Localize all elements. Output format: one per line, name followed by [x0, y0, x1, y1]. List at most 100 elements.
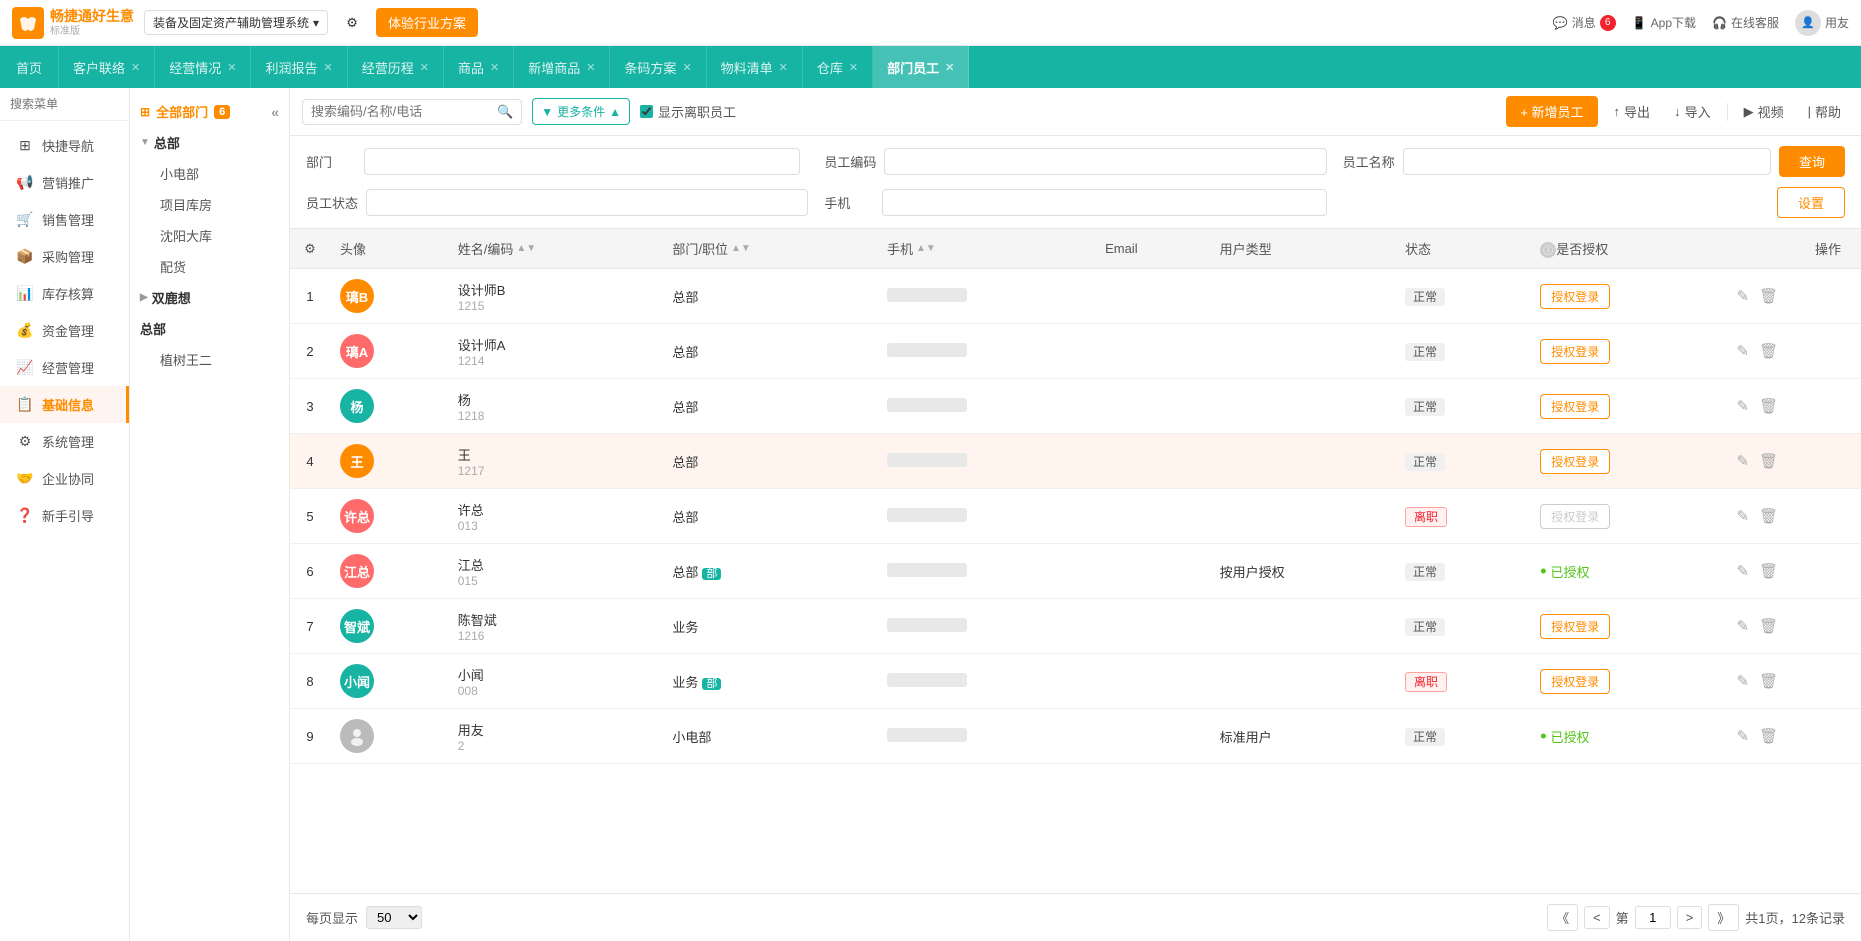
- delete-icon[interactable]: 🗑: [1759, 287, 1778, 305]
- auth-btn[interactable]: 授权登录: [1540, 614, 1610, 639]
- tree-item-plant-king[interactable]: 植树王二: [130, 344, 289, 375]
- status-select[interactable]: [366, 189, 808, 216]
- edit-icon[interactable]: ✎: [1737, 397, 1750, 415]
- tab-close[interactable]: ✕: [324, 61, 333, 74]
- auth-btn[interactable]: 授权登录: [1540, 504, 1610, 529]
- tab-home[interactable]: 首页: [0, 46, 59, 88]
- tree-item-general[interactable]: ▼ 总部: [130, 127, 289, 158]
- search-icon[interactable]: 🔍: [497, 104, 513, 120]
- delete-icon[interactable]: 🗑: [1759, 397, 1778, 415]
- auth-btn[interactable]: 授权登录: [1540, 339, 1610, 364]
- dept-select[interactable]: [364, 148, 800, 175]
- page-next-btn[interactable]: >: [1677, 906, 1703, 929]
- sidebar-item-sales[interactable]: 🛒 销售管理: [0, 201, 129, 238]
- view-btn[interactable]: ▶ 视频: [1736, 97, 1792, 126]
- employee-code-input[interactable]: [884, 148, 1326, 175]
- sidebar-item-quick[interactable]: ⊞ 快捷导航: [0, 127, 129, 164]
- tab-close[interactable]: ✕: [586, 61, 595, 74]
- sidebar-search-input[interactable]: [10, 97, 130, 111]
- filter-more-btn[interactable]: ▼ 更多条件 ▲: [532, 98, 630, 125]
- tab-close[interactable]: ✕: [131, 61, 140, 74]
- tree-item-project[interactable]: 项目库房: [130, 189, 289, 220]
- delete-icon[interactable]: 🗑: [1759, 452, 1778, 470]
- tab-goods[interactable]: 商品 ✕: [444, 46, 514, 88]
- sidebar-item-marketing[interactable]: 📢 营销推广: [0, 164, 129, 201]
- tab-newgoods[interactable]: 新增商品 ✕: [514, 46, 610, 88]
- tab-business[interactable]: 经营情况 ✕: [155, 46, 251, 88]
- sidebar-item-basic[interactable]: 📋 基础信息: [0, 386, 129, 423]
- tab-close[interactable]: ✕: [849, 61, 858, 74]
- tab-customer[interactable]: 客户联络 ✕: [59, 46, 155, 88]
- delete-icon[interactable]: 🗑: [1759, 342, 1778, 360]
- edit-icon[interactable]: ✎: [1737, 672, 1750, 690]
- settings-icon[interactable]: ⚙: [338, 9, 366, 37]
- tab-warehouse[interactable]: 仓库 ✕: [803, 46, 873, 88]
- col-name[interactable]: 姓名/编码 ▲▼: [448, 229, 663, 269]
- page-prev-btn[interactable]: <: [1584, 906, 1610, 929]
- col-dept[interactable]: 部门/职位 ▲▼: [662, 229, 877, 269]
- sidebar-item-capital[interactable]: 💰 资金管理: [0, 312, 129, 349]
- search-input[interactable]: [311, 104, 491, 119]
- edit-icon[interactable]: ✎: [1737, 617, 1750, 635]
- system-title-select[interactable]: 装备及固定资产辅助管理系统 ▾: [144, 10, 328, 35]
- authorized-info-icon[interactable]: ⓘ: [1540, 242, 1556, 258]
- export-btn[interactable]: ↑ 导出: [1606, 97, 1659, 126]
- tab-close[interactable]: ✕: [779, 61, 788, 74]
- import-btn[interactable]: ↓ 导入: [1666, 97, 1719, 126]
- sidebar-item-system[interactable]: ⚙ 系统管理: [0, 423, 129, 460]
- sidebar-item-inventory[interactable]: 📊 库存核算: [0, 275, 129, 312]
- reset-btn[interactable]: 设置: [1777, 187, 1845, 218]
- tab-barcode[interactable]: 条码方案 ✕: [610, 46, 706, 88]
- delete-icon[interactable]: 🗑: [1759, 617, 1778, 635]
- trial-button[interactable]: 体验行业方案: [376, 8, 478, 37]
- employee-name-input[interactable]: [1403, 148, 1771, 175]
- show-resigned-checkbox[interactable]: [640, 105, 653, 118]
- edit-icon[interactable]: ✎: [1737, 287, 1750, 305]
- auth-btn[interactable]: 授权登录: [1540, 669, 1610, 694]
- edit-icon[interactable]: ✎: [1737, 452, 1750, 470]
- message-btn[interactable]: 💬 消息 6: [1553, 14, 1616, 31]
- auth-btn[interactable]: 授权登录: [1540, 394, 1610, 419]
- sidebar-item-guide[interactable]: ❓ 新手引导: [0, 497, 129, 534]
- tab-close[interactable]: ✕: [945, 61, 954, 74]
- phone-input[interactable]: [882, 189, 1326, 216]
- edit-icon[interactable]: ✎: [1737, 507, 1750, 525]
- tree-item-hq[interactable]: 总部: [130, 313, 289, 344]
- tab-close[interactable]: ✕: [420, 61, 429, 74]
- delete-icon[interactable]: 🗑: [1759, 507, 1778, 525]
- delete-icon[interactable]: 🗑: [1759, 672, 1778, 690]
- tree-collapse-btn[interactable]: «: [271, 104, 279, 120]
- per-page-select[interactable]: 50 20 100: [366, 906, 422, 929]
- delete-icon[interactable]: 🗑: [1759, 562, 1778, 580]
- tab-profit[interactable]: 利润报告 ✕: [251, 46, 347, 88]
- tab-close[interactable]: ✕: [682, 61, 691, 74]
- show-resigned-wrap[interactable]: 显示离职员工: [640, 102, 736, 121]
- page-first-btn[interactable]: 《: [1547, 904, 1578, 931]
- tree-item-double-think[interactable]: ▶ 双鹿想: [130, 282, 289, 313]
- edit-icon[interactable]: ✎: [1737, 562, 1750, 580]
- help-btn[interactable]: | 帮助: [1800, 97, 1849, 126]
- tree-item-shenyang[interactable]: 沈阳大库: [130, 220, 289, 251]
- user-avatar[interactable]: 👤 用友: [1795, 10, 1849, 36]
- page-last-btn[interactable]: 》: [1708, 904, 1739, 931]
- sidebar-item-operations[interactable]: 📈 经营管理: [0, 349, 129, 386]
- online-service-btn[interactable]: 🎧 在线客服: [1712, 14, 1779, 31]
- tab-materials[interactable]: 物料清单 ✕: [707, 46, 803, 88]
- col-settings[interactable]: ⚙: [290, 229, 330, 269]
- query-btn[interactable]: 查询: [1779, 146, 1845, 177]
- tab-department[interactable]: 部门员工 ✕: [873, 46, 969, 88]
- add-employee-btn[interactable]: + 新增员工: [1506, 96, 1597, 127]
- edit-icon[interactable]: ✎: [1737, 342, 1750, 360]
- col-phone[interactable]: 手机 ▲▼: [877, 229, 1095, 269]
- tab-close[interactable]: ✕: [227, 61, 236, 74]
- tab-history[interactable]: 经营历程 ✕: [348, 46, 444, 88]
- tab-close[interactable]: ✕: [490, 61, 499, 74]
- app-download-btn[interactable]: 📱 App下载: [1632, 14, 1696, 31]
- delete-icon[interactable]: 🗑: [1759, 727, 1778, 745]
- sidebar-item-enterprise[interactable]: 🤝 企业协同: [0, 460, 129, 497]
- page-input[interactable]: [1635, 906, 1671, 929]
- sidebar-item-purchase[interactable]: 📦 采购管理: [0, 238, 129, 275]
- auth-btn[interactable]: 授权登录: [1540, 284, 1610, 309]
- tree-item-distribution[interactable]: 配货: [130, 251, 289, 282]
- edit-icon[interactable]: ✎: [1737, 727, 1750, 745]
